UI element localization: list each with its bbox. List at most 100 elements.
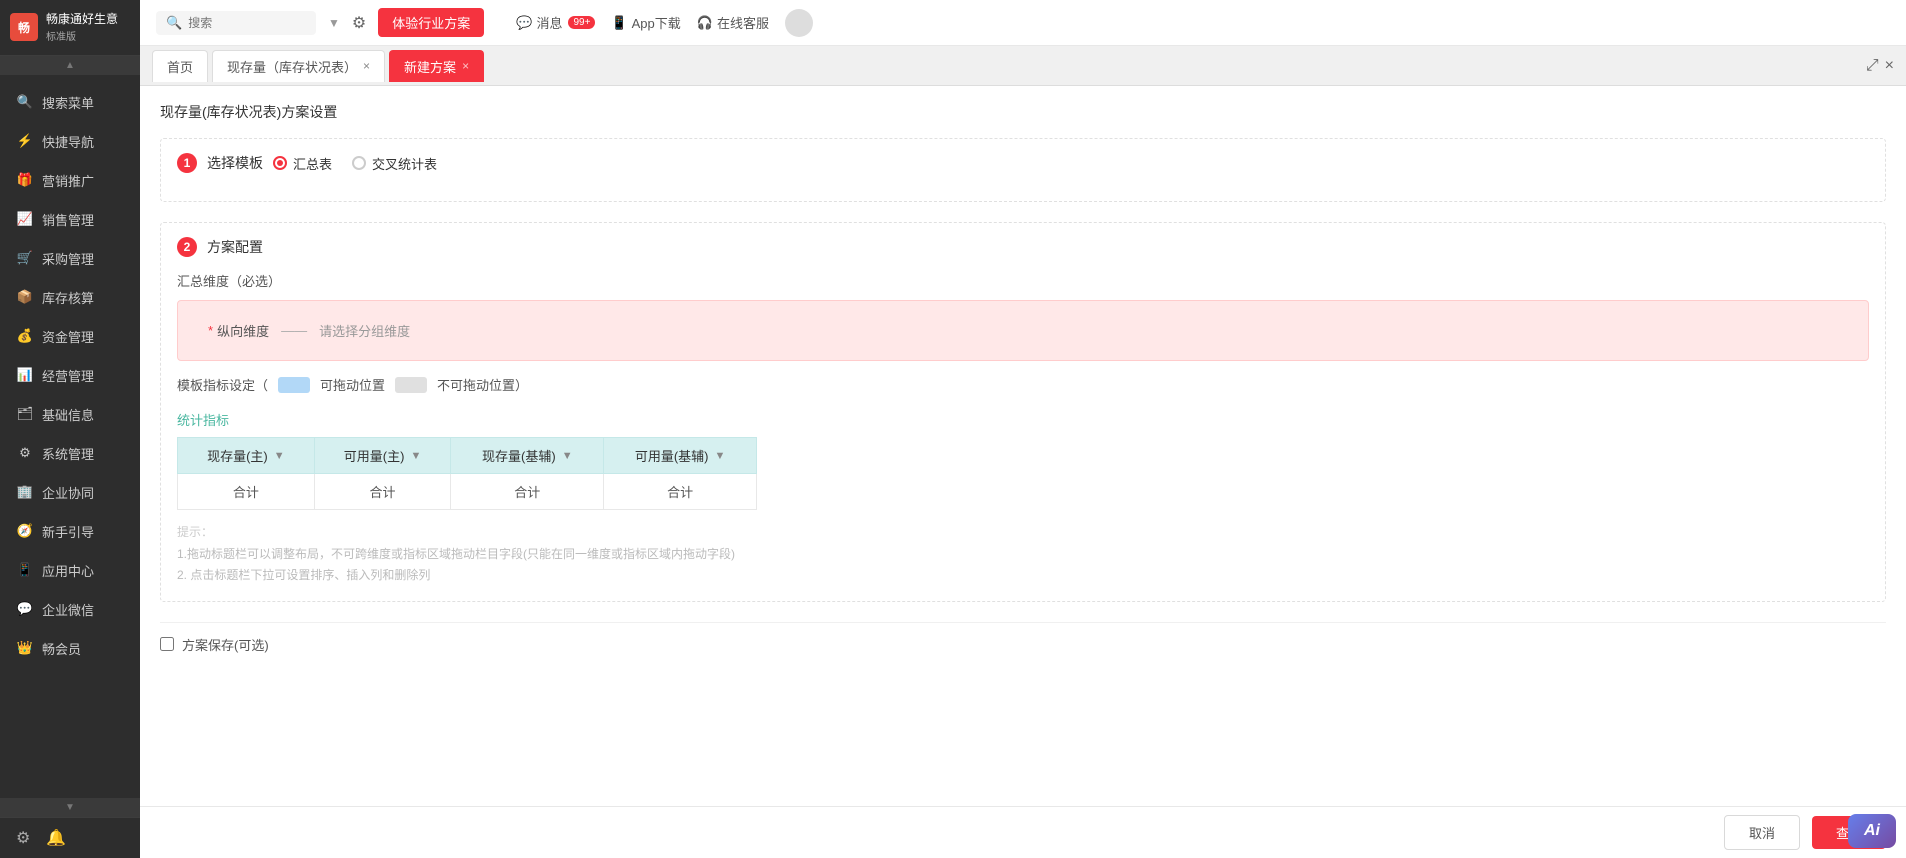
dimension-area[interactable]: * 纵向维度 —— 请选择分组维度 — [177, 300, 1869, 361]
guide-icon: 🧭 — [16, 522, 34, 540]
tabbar: 首页 现存量（库存状况表） × 新建方案 × ⤢ × — [140, 46, 1906, 86]
tips-title: 提示： — [177, 525, 213, 539]
col-header-0-label: 现存量(主) — [207, 446, 268, 465]
ai-badge[interactable]: Ai — [1848, 814, 1896, 848]
section-plan-config: 2 方案配置 汇总维度（必选） * 纵向维度 —— 请选择分组维度 模板指标设定… — [160, 222, 1886, 602]
radio-cross[interactable]: 交叉统计表 — [352, 154, 437, 173]
non-draggable-indicator-box — [395, 377, 427, 393]
sidebar-item-label-enterprise: 企业协同 — [42, 483, 94, 502]
col-chevron-0: ▼ — [274, 450, 285, 462]
dimension-config-label: 汇总维度（必选） — [177, 271, 1869, 290]
operations-icon: 📊 — [16, 366, 34, 384]
tips-section: 提示： 1.拖动标题栏可以调整布局，不可跨维度或指标区域拖动栏目字段(只能在同一… — [177, 522, 1869, 587]
non-draggable-label: 不可拖动位置） — [437, 375, 528, 394]
save-option-label: 方案保存(可选) — [182, 635, 269, 654]
table-row: 合计 合计 合计 合计 — [178, 474, 757, 510]
tab-inventory-close-icon[interactable]: × — [363, 59, 370, 73]
col-header-2-label: 现存量(基辅) — [482, 446, 556, 465]
sidebar-nav: 🔍 搜索菜单 ⚡ 快捷导航 🎁 营销推广 📈 销售管理 🛒 采购管理 📦 库存核… — [0, 75, 140, 798]
section1-title: 选择模板 — [207, 153, 263, 173]
radio-summary-circle — [273, 156, 287, 170]
radio-summary-label: 汇总表 — [293, 154, 332, 173]
finance-icon: 💰 — [16, 327, 34, 345]
sidebar-item-guide[interactable]: 🧭 新手引导 — [0, 512, 140, 551]
template-indicator: 模板指标设定（ 可拖动位置 不可拖动位置） — [177, 375, 1869, 394]
sidebar-scroll-down[interactable]: ▼ — [0, 798, 140, 817]
settings-icon[interactable]: ⚙ — [16, 828, 30, 848]
topbar-online-service-item[interactable]: 🎧 在线客服 — [697, 13, 769, 32]
sidebar-item-label-app-center: 应用中心 — [42, 561, 94, 580]
tab-new-plan-close-icon[interactable]: × — [462, 59, 469, 73]
tab-new-plan-label: 新建方案 — [404, 57, 456, 76]
topbar: 🔍 ▼ ⚙ 体验行业方案 💬 消息 99+ 📱 App下载 🎧 在线客服 — [140, 0, 1906, 46]
stats-table: 现存量(主) ▼ 可用量(主) ▼ — [177, 437, 757, 510]
sidebar-item-enterprise[interactable]: 🏢 企业协同 — [0, 473, 140, 512]
topbar-chevron-icon[interactable]: ▼ — [328, 16, 340, 30]
maximize-button[interactable]: ⤢ — [1866, 57, 1879, 75]
sidebar-item-sales[interactable]: 📈 销售管理 — [0, 200, 140, 239]
sidebar-item-label-search-menu: 搜索菜单 — [42, 93, 94, 112]
sidebar-item-label-basic-info: 基础信息 — [42, 405, 94, 424]
radio-summary[interactable]: 汇总表 — [273, 154, 332, 173]
tab-new-plan[interactable]: 新建方案 × — [389, 50, 484, 82]
tips-item-1: 2. 点击标题栏下拉可设置排序、插入列和删除列 — [177, 565, 1869, 587]
tab-inventory[interactable]: 现存量（库存状况表） × — [212, 50, 385, 82]
sidebar-item-label-system: 系统管理 — [42, 444, 94, 463]
app-center-icon: 📱 — [16, 561, 34, 579]
save-checkbox[interactable] — [160, 637, 174, 651]
search-input[interactable] — [188, 16, 306, 30]
col-header-1[interactable]: 可用量(主) ▼ — [314, 438, 451, 474]
dimension-required-mark: * — [208, 323, 213, 338]
sidebar-item-member[interactable]: 👑 畅会员 — [0, 629, 140, 668]
user-avatar[interactable] — [785, 9, 813, 37]
sidebar-item-wechat[interactable]: 💬 企业微信 — [0, 590, 140, 629]
close-window-button[interactable]: × — [1885, 57, 1894, 75]
sidebar-item-inventory[interactable]: 📦 库存核算 — [0, 278, 140, 317]
sidebar-item-search-menu[interactable]: 🔍 搜索菜单 — [0, 83, 140, 122]
sidebar-item-operations[interactable]: 📊 经营管理 — [0, 356, 140, 395]
sidebar-item-label-wechat: 企业微信 — [42, 600, 94, 619]
sales-icon: 📈 — [16, 210, 34, 228]
content-area: 现存量(库存状况表)方案设置 1 选择模板 汇总表 交叉统计表 — [140, 86, 1906, 806]
topbar-gear-icon[interactable]: ⚙ — [352, 13, 366, 33]
col-header-3-label: 可用量(基辅) — [635, 446, 709, 465]
sidebar-item-marketing[interactable]: 🎁 营销推广 — [0, 161, 140, 200]
sidebar-item-quick-nav[interactable]: ⚡ 快捷导航 — [0, 122, 140, 161]
app-logo-icon: 畅 — [10, 13, 38, 41]
tab-home[interactable]: 首页 — [152, 50, 208, 82]
table-cell-2: 合计 — [451, 474, 604, 510]
col-header-0[interactable]: 现存量(主) ▼ — [178, 438, 315, 474]
quick-nav-icon: ⚡ — [16, 132, 34, 150]
topbar-app-download-item[interactable]: 📱 App下载 — [611, 13, 680, 32]
topbar-right: 💬 消息 99+ 📱 App下载 🎧 在线客服 — [516, 9, 813, 37]
radio-cross-circle — [352, 156, 366, 170]
industry-solution-button[interactable]: 体验行业方案 — [378, 8, 484, 37]
topbar-message-item[interactable]: 💬 消息 99+ — [516, 13, 595, 32]
sidebar-item-label-guide: 新手引导 — [42, 522, 94, 541]
section2-number: 2 — [177, 237, 197, 257]
col-header-2[interactable]: 现存量(基辅) ▼ — [451, 438, 604, 474]
sidebar-scroll-up[interactable]: ▲ — [0, 56, 140, 75]
sidebar-item-label-member: 畅会员 — [42, 639, 81, 658]
section1-header: 1 选择模板 汇总表 交叉统计表 — [177, 153, 1869, 173]
sidebar-item-label-inventory: 库存核算 — [42, 288, 94, 307]
sidebar-item-purchase[interactable]: 🛒 采购管理 — [0, 239, 140, 278]
app-name-block: 畅康通好生意 标准版 — [46, 12, 118, 43]
col-chevron-3: ▼ — [714, 450, 725, 462]
sidebar-item-finance[interactable]: 💰 资金管理 — [0, 317, 140, 356]
col-header-1-label: 可用量(主) — [344, 446, 405, 465]
topbar-search-box[interactable]: 🔍 — [156, 11, 316, 35]
sound-icon[interactable]: 🔔 — [46, 828, 66, 848]
app-download-icon: 📱 — [611, 15, 627, 31]
table-cell-0: 合计 — [178, 474, 315, 510]
sidebar-item-app-center[interactable]: 📱 应用中心 — [0, 551, 140, 590]
sidebar-item-system[interactable]: ⚙ 系统管理 — [0, 434, 140, 473]
search-menu-icon: 🔍 — [16, 93, 34, 111]
online-service-label: 在线客服 — [717, 13, 769, 32]
cancel-button[interactable]: 取消 — [1724, 815, 1800, 850]
sidebar-item-basic-info[interactable]: 🗂 基础信息 — [0, 395, 140, 434]
system-icon: ⚙ — [16, 444, 34, 462]
sidebar-item-label-operations: 经营管理 — [42, 366, 94, 385]
col-header-3[interactable]: 可用量(基辅) ▼ — [604, 438, 757, 474]
message-icon: 💬 — [516, 15, 532, 31]
